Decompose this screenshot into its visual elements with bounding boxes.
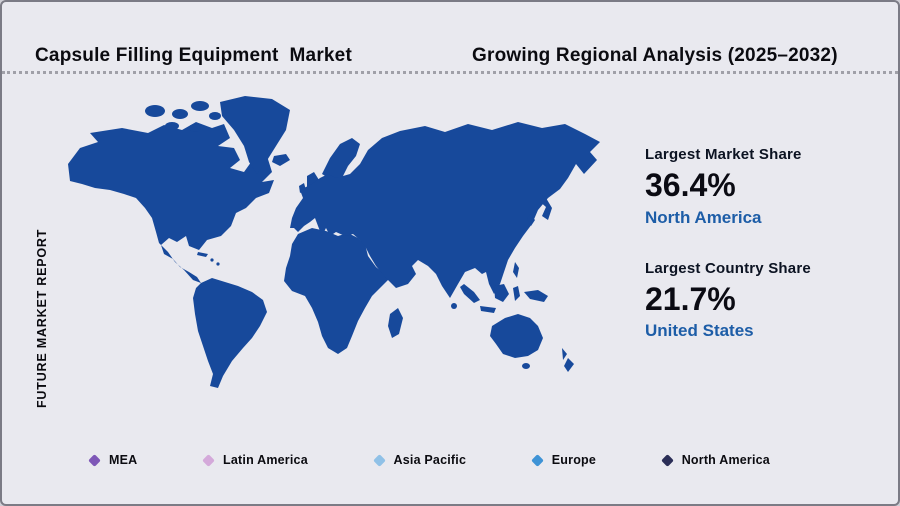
stat-market-share: Largest Market Share 36.4% North America: [645, 146, 885, 228]
stat-value: 21.7%: [645, 280, 736, 317]
stat-value: 36.4%: [645, 167, 736, 203]
diamond-marker-icon: [372, 453, 386, 467]
legend-label: Europe: [551, 453, 597, 467]
market-title: Capsule Filling Equipment Market: [35, 45, 352, 66]
stats-panel: Largest Market Share 36.4% North America…: [645, 146, 885, 373]
infographic-frame: Capsule Filling Equipment Market Growing…: [0, 0, 900, 506]
world-map: [68, 96, 600, 388]
legend-item-asia-pacific: Asia Pacific: [372, 453, 467, 467]
legend-label: North America: [681, 453, 770, 467]
stat-region: North America: [645, 207, 762, 227]
legend-item-north-america: North America: [660, 453, 770, 467]
stat-label: Largest Market Share: [645, 146, 802, 163]
brand-watermark: FUTURE MARKET REPORT: [35, 228, 49, 408]
region-legend: MEA Latin America Asia Pacific Europe No…: [88, 449, 770, 471]
diamond-marker-icon: [202, 453, 215, 467]
legend-item-europe: Europe: [530, 453, 597, 467]
diamond-marker-icon: [660, 453, 674, 467]
stat-country-share: Largest Country Share 21.7% United State…: [645, 260, 885, 342]
dotted-separator: [2, 71, 898, 74]
legend-item-latin-america: Latin America: [202, 453, 308, 467]
stat-label: Largest Country Share: [645, 259, 811, 277]
diamond-marker-icon: [530, 453, 544, 467]
analysis-title: Growing Regional Analysis (2025–2032): [472, 45, 838, 66]
diamond-marker-icon: [88, 453, 101, 467]
legend-item-mea: MEA: [88, 453, 138, 467]
legend-label: Asia Pacific: [393, 453, 467, 467]
stat-region: United States: [645, 321, 754, 341]
legend-label: MEA: [109, 453, 138, 467]
legend-label: Latin America: [223, 453, 308, 467]
